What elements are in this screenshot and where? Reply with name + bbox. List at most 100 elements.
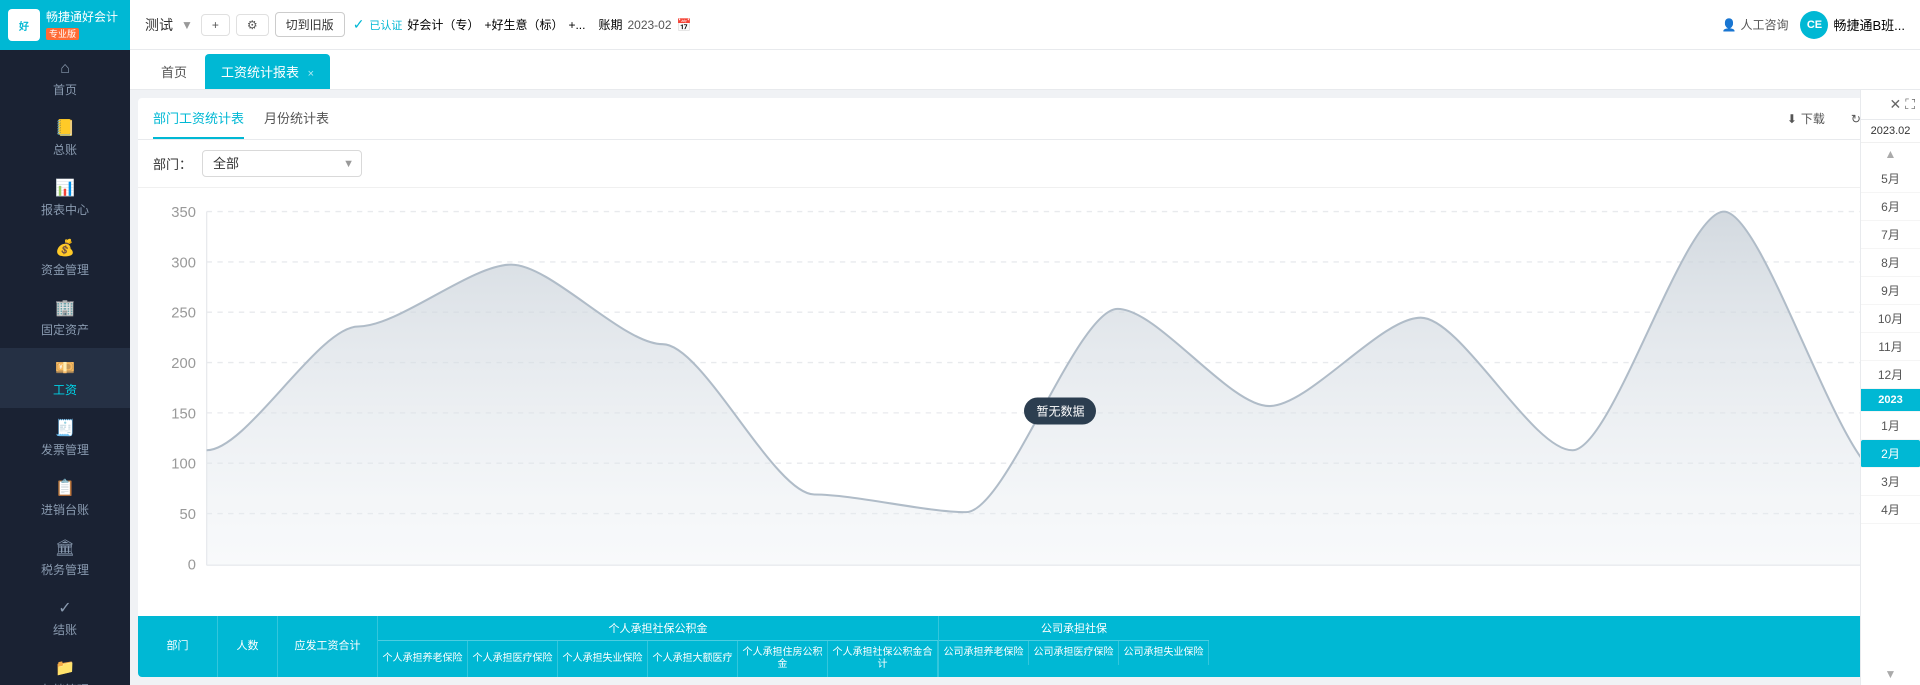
- sidebar-label-tax: 税务管理: [41, 561, 89, 578]
- year-panel-controls: ✕ ⛶: [1861, 90, 1920, 120]
- service-label: 人工咨询: [1740, 16, 1788, 33]
- switch-version-button[interactable]: 切到旧版: [275, 12, 345, 37]
- month-12[interactable]: 12月: [1861, 361, 1920, 389]
- add-button[interactable]: +: [201, 14, 230, 36]
- topbar-right: 👤 人工咨询 CE 畅捷通B班...: [1722, 11, 1905, 39]
- user-label: 畅捷通B班...: [1833, 15, 1905, 34]
- download-label: 下载: [1801, 110, 1825, 127]
- sub-tab-month[interactable]: 月份统计表: [264, 98, 329, 139]
- th-personal-pension: 个人承担养老保险: [378, 641, 468, 677]
- sidebar-item-tax[interactable]: 🏛 税务管理: [0, 528, 130, 588]
- certified-icon: ✓: [353, 16, 365, 33]
- sidebar-item-reports[interactable]: 📊 报表中心: [0, 168, 130, 228]
- dept-select[interactable]: 全部 财务部 销售部 技术部 人事部: [202, 150, 362, 177]
- svg-text:0: 0: [188, 557, 196, 573]
- th-personal-housing: 个人承担住房公积金: [738, 641, 828, 677]
- sidebar: 好 畅捷通好会计 专业版 ⌂ 首页 📒 总账 📊 报表中心 💰 资金管理 🏢 固…: [0, 0, 130, 685]
- sidebar-label-settle: 结账: [53, 621, 77, 638]
- sales-icon: 📋: [55, 478, 75, 498]
- chart-area: 350 300 250 200 150 100 50 0: [138, 188, 1912, 616]
- tab-bar: 首页 工资统计报表 ×: [130, 50, 1920, 90]
- service-button[interactable]: 👤 人工咨询: [1722, 16, 1789, 33]
- month-1[interactable]: 1月: [1861, 412, 1920, 440]
- logo-badge: 专业版: [46, 28, 79, 40]
- certified-badge: 已认证: [369, 17, 402, 33]
- month-2-active[interactable]: 2月: [1861, 440, 1920, 468]
- salary-chart: 350 300 250 200 150 100 50 0: [153, 198, 1897, 606]
- sidebar-label-sales: 进销台账: [41, 501, 89, 518]
- svg-text:200: 200: [171, 356, 196, 372]
- year-2023-label: 2023: [1861, 389, 1920, 412]
- th-personal-medical: 个人承担医疗保险: [468, 641, 558, 677]
- svg-text:350: 350: [171, 205, 196, 221]
- year-nav-down[interactable]: ▼: [1861, 663, 1920, 685]
- th-personal-total: 个人承担社保公积金合计: [828, 641, 938, 677]
- chart-fill: [207, 212, 1884, 566]
- sidebar-item-funds[interactable]: 💰 资金管理: [0, 228, 130, 288]
- year-display: 2023.02: [1861, 120, 1920, 143]
- filter-area: 部门： 全部 财务部 销售部 技术部 人事部 ▼: [138, 140, 1912, 188]
- sidebar-label-invoice: 发票管理: [41, 441, 89, 458]
- month-6[interactable]: 6月: [1861, 193, 1920, 221]
- topbar: 测试 ▼ + ⚙ 切到旧版 ✓ 已认证 好会计（专） +好生意（标） +... …: [130, 0, 1920, 50]
- month-3[interactable]: 3月: [1861, 468, 1920, 496]
- th-company-medical: 公司承担医疗保险: [1029, 641, 1119, 665]
- sidebar-item-settle[interactable]: ✓ 结账: [0, 588, 130, 648]
- logo: 好 畅捷通好会计 专业版: [0, 0, 130, 50]
- svg-text:50: 50: [180, 507, 196, 523]
- dept-filter-label: 部门：: [153, 154, 192, 173]
- month-7[interactable]: 7月: [1861, 221, 1920, 249]
- th-headcount: 人数: [218, 616, 278, 677]
- tab-close-icon[interactable]: ×: [308, 68, 314, 80]
- sidebar-item-sales[interactable]: 📋 进销台账: [0, 468, 130, 528]
- th-company-pension: 公司承担养老保险: [939, 641, 1029, 665]
- sidebar-label-archive: 归档管理: [41, 681, 89, 685]
- sidebar-label-salary: 工资: [53, 381, 77, 398]
- service-icon: 👤: [1722, 18, 1737, 32]
- reports-icon: 📊: [55, 178, 75, 198]
- sidebar-item-ledger[interactable]: 📒 总账: [0, 108, 130, 168]
- download-icon: ⬇: [1787, 112, 1797, 126]
- close-panel-button[interactable]: ✕: [1889, 96, 1901, 113]
- user-menu[interactable]: CE 畅捷通B班...: [1800, 11, 1905, 39]
- sidebar-item-home[interactable]: ⌂ 首页: [0, 50, 130, 108]
- th-personal-unemployment: 个人承担失业保险: [558, 641, 648, 677]
- month-5[interactable]: 5月: [1861, 165, 1920, 193]
- logo-text-line1: 畅捷通好会计: [46, 10, 118, 26]
- content-wrapper: 部门工资统计表 月份统计表 ⬇ 下载 ↻ 刷新: [130, 90, 1920, 685]
- sidebar-item-archive[interactable]: 📁 归档管理: [0, 648, 130, 685]
- sub-tab-dept[interactable]: 部门工资统计表: [153, 98, 244, 139]
- year-nav-up[interactable]: ▲: [1861, 143, 1920, 165]
- tab-home[interactable]: 首页: [145, 54, 203, 89]
- settle-icon: ✓: [58, 598, 71, 618]
- sidebar-item-invoice[interactable]: 🧾 发票管理: [0, 408, 130, 468]
- month-9[interactable]: 9月: [1861, 277, 1920, 305]
- settings-button[interactable]: ⚙: [236, 14, 269, 36]
- expand-panel-button[interactable]: ⛶: [1905, 96, 1915, 113]
- month-8[interactable]: 8月: [1861, 249, 1920, 277]
- sidebar-item-salary[interactable]: 💴 工资: [0, 348, 130, 408]
- period-label: 账期: [598, 16, 622, 33]
- tab-salary-report[interactable]: 工资统计报表 ×: [205, 54, 330, 89]
- th-dept: 部门: [138, 616, 218, 677]
- sidebar-nav: ⌂ 首页 📒 总账 📊 报表中心 💰 资金管理 🏢 固定资产 💴 工资 🧾 发票…: [0, 50, 130, 685]
- svg-text:100: 100: [171, 457, 196, 473]
- th-company-group-header: 公司承担社保: [939, 616, 1209, 641]
- month-11[interactable]: 11月: [1861, 333, 1920, 361]
- logo-icon: 好: [8, 9, 40, 41]
- th-salary: 应发工资合计: [278, 616, 378, 677]
- main-content: 测试 ▼ + ⚙ 切到旧版 ✓ 已认证 好会计（专） +好生意（标） +... …: [130, 0, 1920, 685]
- th-company-unemployment: 公司承担失业保险: [1119, 641, 1209, 665]
- sidebar-label-funds: 资金管理: [41, 261, 89, 278]
- dept-select-wrapper: 全部 财务部 销售部 技术部 人事部 ▼: [202, 150, 362, 177]
- tab-home-label: 首页: [161, 65, 187, 80]
- company-name: 测试: [145, 15, 173, 35]
- tab-salary-label: 工资统计报表: [221, 65, 299, 80]
- sidebar-label-home: 首页: [53, 81, 77, 98]
- sidebar-item-assets[interactable]: 🏢 固定资产: [0, 288, 130, 348]
- topbar-status: ✓ 已认证 好会计（专） +好生意（标） +... 账期 2023-02 📅: [353, 16, 692, 33]
- month-10[interactable]: 10月: [1861, 305, 1920, 333]
- month-4[interactable]: 4月: [1861, 496, 1920, 524]
- th-personal-group: 个人承担社保公积金 个人承担养老保险 个人承担医疗保险 个人承担失业保险: [378, 616, 939, 677]
- download-button[interactable]: ⬇ 下载: [1779, 106, 1833, 131]
